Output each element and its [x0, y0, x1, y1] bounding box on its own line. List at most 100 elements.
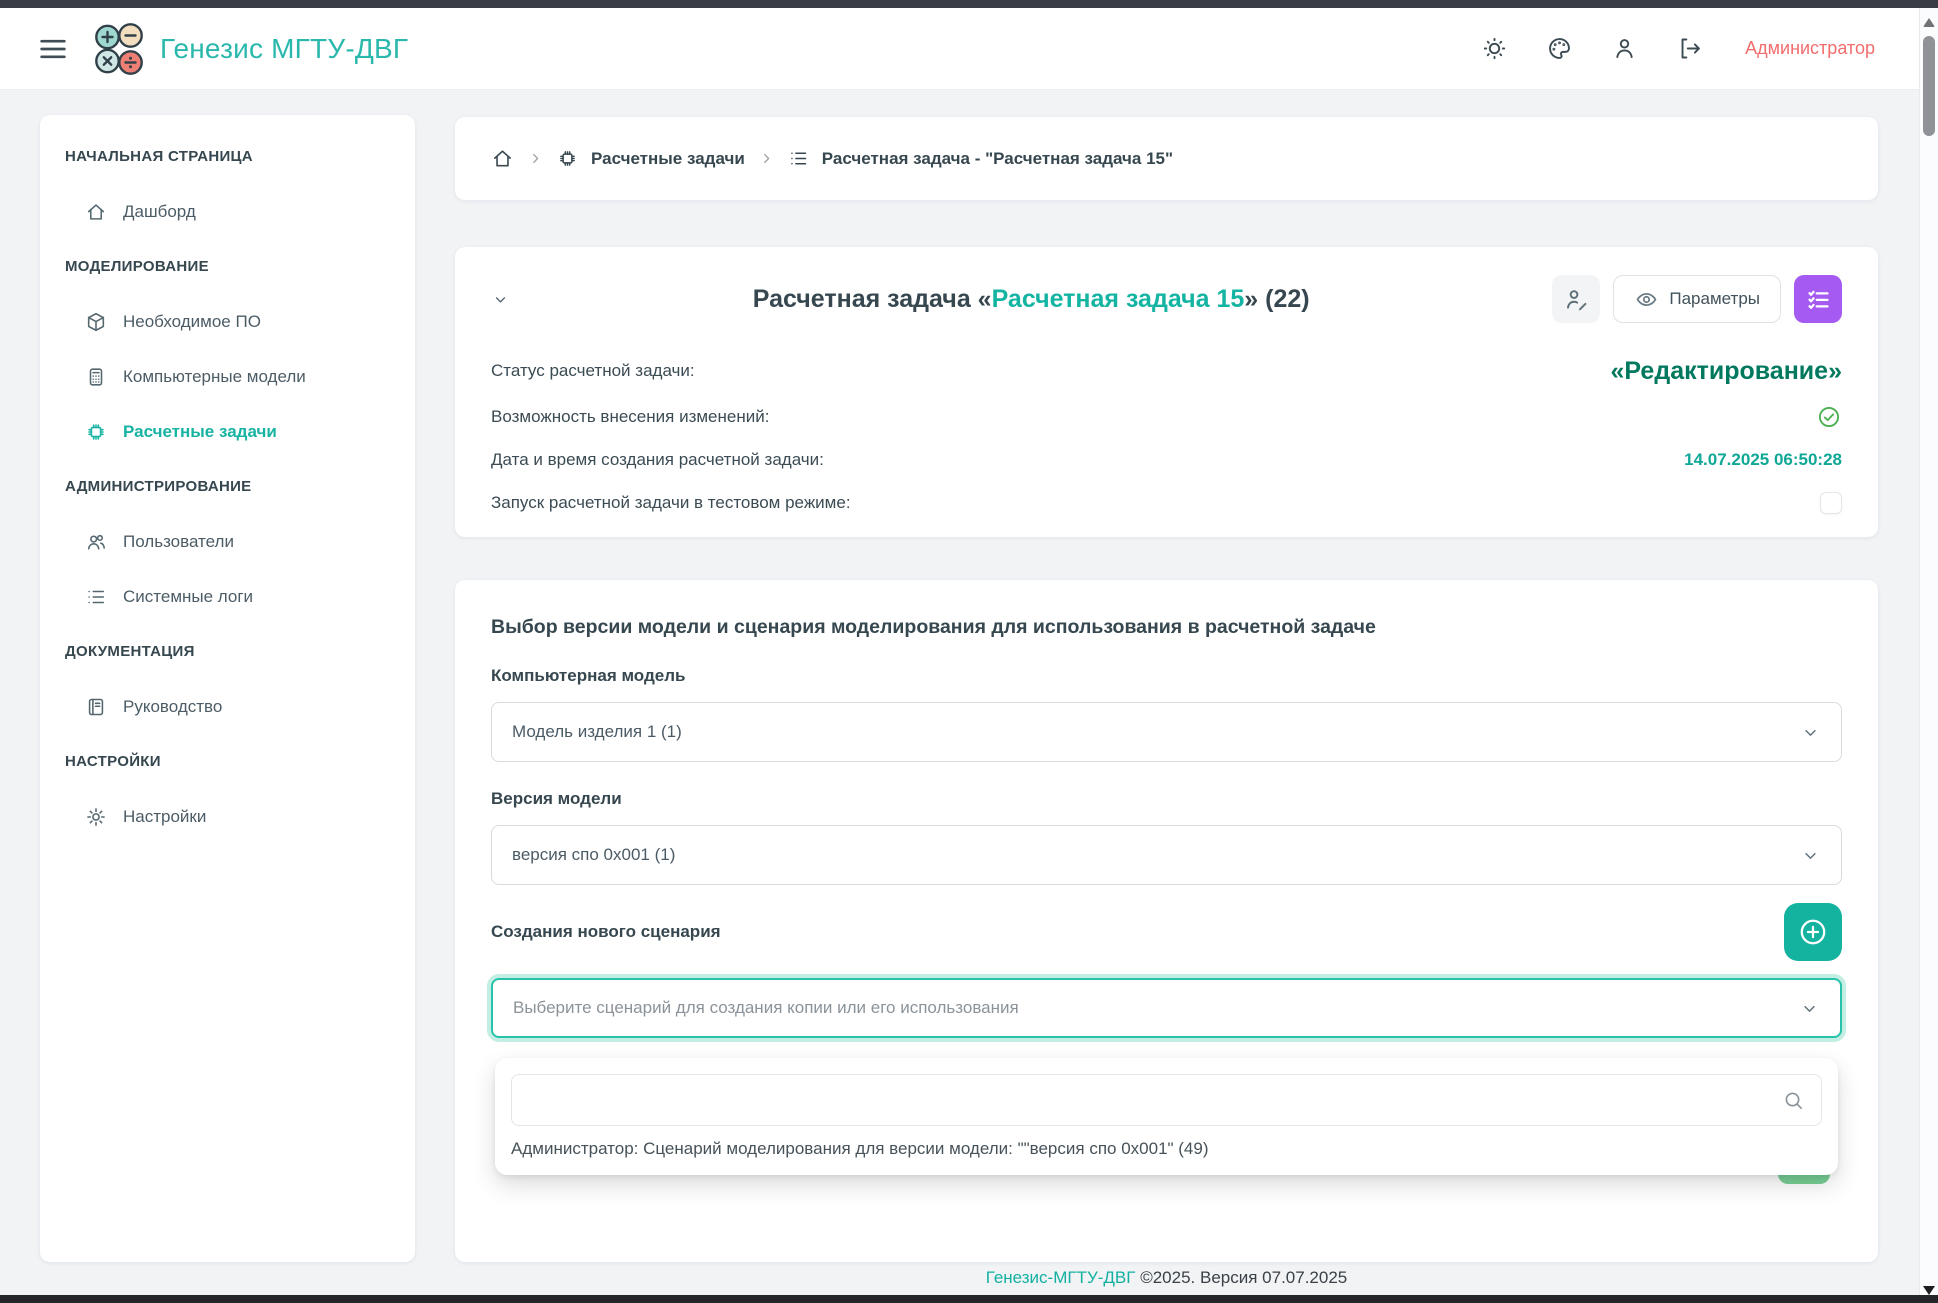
- model-label: Компьютерная модель: [491, 666, 686, 685]
- task-card: Расчетная задача «Расчетная задача 15» (…: [455, 247, 1878, 537]
- chevron-down-icon: [1800, 845, 1821, 866]
- sidebar-item-label: Расчетные задачи: [123, 421, 277, 441]
- status-label: Статус расчетной задачи:: [491, 361, 695, 380]
- sidebar-item-settings[interactable]: Настройки: [65, 789, 405, 844]
- scenario-select-placeholder: Выберите сценарий для создания копии или…: [513, 998, 1019, 1017]
- chevron-right-icon: [758, 150, 775, 167]
- checklist-button[interactable]: [1794, 275, 1842, 323]
- breadcrumb: Расчетные задачи Расчетная задача - "Рас…: [455, 117, 1878, 200]
- sidebar-item-required-software[interactable]: Необходимое ПО: [65, 294, 405, 349]
- user-role-label[interactable]: Администратор: [1745, 38, 1875, 59]
- test-mode-checkbox[interactable]: [1820, 492, 1842, 514]
- sidebar-item-computation-tasks[interactable]: Расчетные задачи: [65, 404, 405, 459]
- app-logo: [92, 22, 146, 76]
- app-header: Генезис МГТУ-ДВГ Администратор: [0, 8, 1919, 90]
- app-window: Генезис МГТУ-ДВГ Администратор НАЧАЛЬНАЯ…: [0, 0, 1938, 1303]
- dropdown-option[interactable]: Администратор: Сценарий моделирования дл…: [511, 1139, 1822, 1159]
- sidebar-item-label: Настройки: [123, 806, 207, 826]
- add-scenario-button[interactable]: [1784, 903, 1842, 961]
- created-label: Дата и время создания расчетной задачи:: [491, 450, 824, 469]
- version-select[interactable]: версия спо 0x001 (1): [491, 825, 1842, 885]
- parameters-button-label: Параметры: [1669, 289, 1760, 308]
- sidebar-item-label: Системные логи: [123, 586, 254, 606]
- task-title-prefix: Расчетная задача «: [752, 284, 992, 313]
- sidebar-item-users[interactable]: Пользователи: [65, 514, 405, 569]
- sidebar-item-label: Руководство: [123, 696, 223, 716]
- dropdown-search-input[interactable]: [528, 1089, 1782, 1111]
- window-top-edge: [0, 0, 1938, 8]
- hamburger-menu-icon[interactable]: [36, 32, 70, 66]
- task-status-rows: Статус расчетной задачи: «Редактирование…: [491, 347, 1842, 525]
- sidebar-item-label: Дашборд: [123, 201, 196, 221]
- editable-label: Возможность внесения изменений:: [491, 407, 770, 426]
- task-title: Расчетная задача «Расчетная задача 15» (…: [510, 285, 1552, 314]
- scenario-dropdown: Администратор: Сценарий моделирования дл…: [495, 1058, 1838, 1175]
- sidebar-item-computer-models[interactable]: Компьютерные модели: [65, 349, 405, 404]
- model-select[interactable]: Модель изделия 1 (1): [491, 702, 1842, 762]
- footer-copyright: ©2025. Версия 07.07.2025: [1140, 1268, 1348, 1287]
- home-icon: [85, 201, 107, 223]
- scenario-select[interactable]: Выберите сценарий для создания копии или…: [491, 978, 1842, 1038]
- sidebar-section-documentation: ДОКУМЕНТАЦИЯ: [65, 643, 195, 660]
- plus-circle-icon: [1797, 916, 1829, 948]
- scenario-header-row: Создания нового сценария: [491, 903, 1842, 961]
- cpu-icon: [85, 421, 107, 443]
- scrollbar-thumb[interactable]: [1923, 36, 1935, 136]
- dropdown-search-box: [511, 1074, 1822, 1126]
- sidebar-section-modeling: МОДЕЛИРОВАНИЕ: [65, 258, 209, 275]
- cpu-icon: [557, 148, 578, 169]
- list-icon: [85, 586, 107, 608]
- scrollbar-up-arrow[interactable]: [1923, 18, 1935, 27]
- sidebar-item-label: Необходимое ПО: [123, 311, 261, 331]
- footer: Генезис-МГТУ-ДВГ ©2025. Версия 07.07.202…: [455, 1268, 1878, 1288]
- check-circle-icon: [1816, 404, 1842, 430]
- sidebar-item-dashboard[interactable]: Дашборд: [65, 184, 405, 239]
- logout-icon[interactable]: [1676, 35, 1703, 62]
- sidebar: НАЧАЛЬНАЯ СТРАНИЦА Дашборд МОДЕЛИРОВАНИЕ…: [40, 115, 415, 1262]
- theme-sun-icon[interactable]: [1481, 35, 1508, 62]
- model-select-value: Модель изделия 1 (1): [512, 722, 682, 741]
- breadcrumb-home-icon[interactable]: [491, 147, 514, 170]
- model-selection-card: Выбор версии модели и сценария моделиров…: [455, 580, 1878, 1262]
- task-actions: Параметры: [1552, 275, 1842, 323]
- breadcrumb-current-page: Расчетная задача - "Расчетная задача 15": [821, 148, 1174, 168]
- chevron-down-icon: [1799, 998, 1820, 1019]
- editable-row: Возможность внесения изменений:: [491, 395, 1842, 439]
- test-mode-row: Запуск расчетной задачи в тестовом режим…: [491, 481, 1842, 525]
- assign-user-button[interactable]: [1552, 275, 1601, 323]
- status-row: Статус расчетной задачи: «Редактирование…: [491, 347, 1842, 395]
- chevron-down-icon: [1800, 722, 1821, 743]
- window-bottom-edge: [0, 1295, 1938, 1303]
- parameters-button[interactable]: Параметры: [1613, 275, 1781, 323]
- breadcrumb-link-tasks[interactable]: Расчетные задачи: [591, 149, 745, 169]
- chevron-right-icon: [527, 150, 544, 167]
- person-edit-icon: [1563, 286, 1590, 313]
- task-title-highlight: Расчетная задача 15: [991, 284, 1245, 313]
- test-mode-label: Запуск расчетной задачи в тестовом режим…: [491, 493, 851, 512]
- book-icon: [85, 696, 107, 718]
- sidebar-section-home: НАЧАЛЬНАЯ СТРАНИЦА: [65, 148, 253, 165]
- scrollbar-track[interactable]: [1919, 8, 1938, 1295]
- sidebar-item-label: Компьютерные модели: [123, 366, 306, 386]
- checklist-icon: [1805, 286, 1832, 313]
- header-actions: Администратор: [1481, 35, 1875, 62]
- scenario-label: Создания нового сценария: [491, 922, 721, 941]
- eye-icon: [1634, 287, 1659, 312]
- sidebar-item-system-logs[interactable]: Системные логи: [65, 569, 405, 624]
- selection-heading: Выбор версии модели и сценария моделиров…: [491, 616, 1376, 638]
- sidebar-item-manual[interactable]: Руководство: [65, 679, 405, 734]
- footer-brand-link[interactable]: Генезис-МГТУ-ДВГ: [986, 1268, 1136, 1287]
- calculator-icon: [85, 366, 107, 388]
- created-value: 14.07.2025 06:50:28: [1684, 450, 1842, 469]
- user-icon[interactable]: [1611, 35, 1638, 62]
- status-value: «Редактирование»: [1610, 356, 1842, 385]
- version-select-value: версия спо 0x001 (1): [512, 845, 676, 864]
- created-row: Дата и время создания расчетной задачи: …: [491, 439, 1842, 481]
- task-title-suffix: » (22): [1244, 284, 1310, 313]
- scrollbar-down-arrow[interactable]: [1923, 1286, 1935, 1295]
- collapse-chevron-icon[interactable]: [491, 290, 510, 309]
- search-icon[interactable]: [1782, 1089, 1805, 1112]
- gear-icon: [85, 806, 107, 828]
- palette-icon[interactable]: [1546, 35, 1573, 62]
- version-label: Версия модели: [491, 789, 622, 808]
